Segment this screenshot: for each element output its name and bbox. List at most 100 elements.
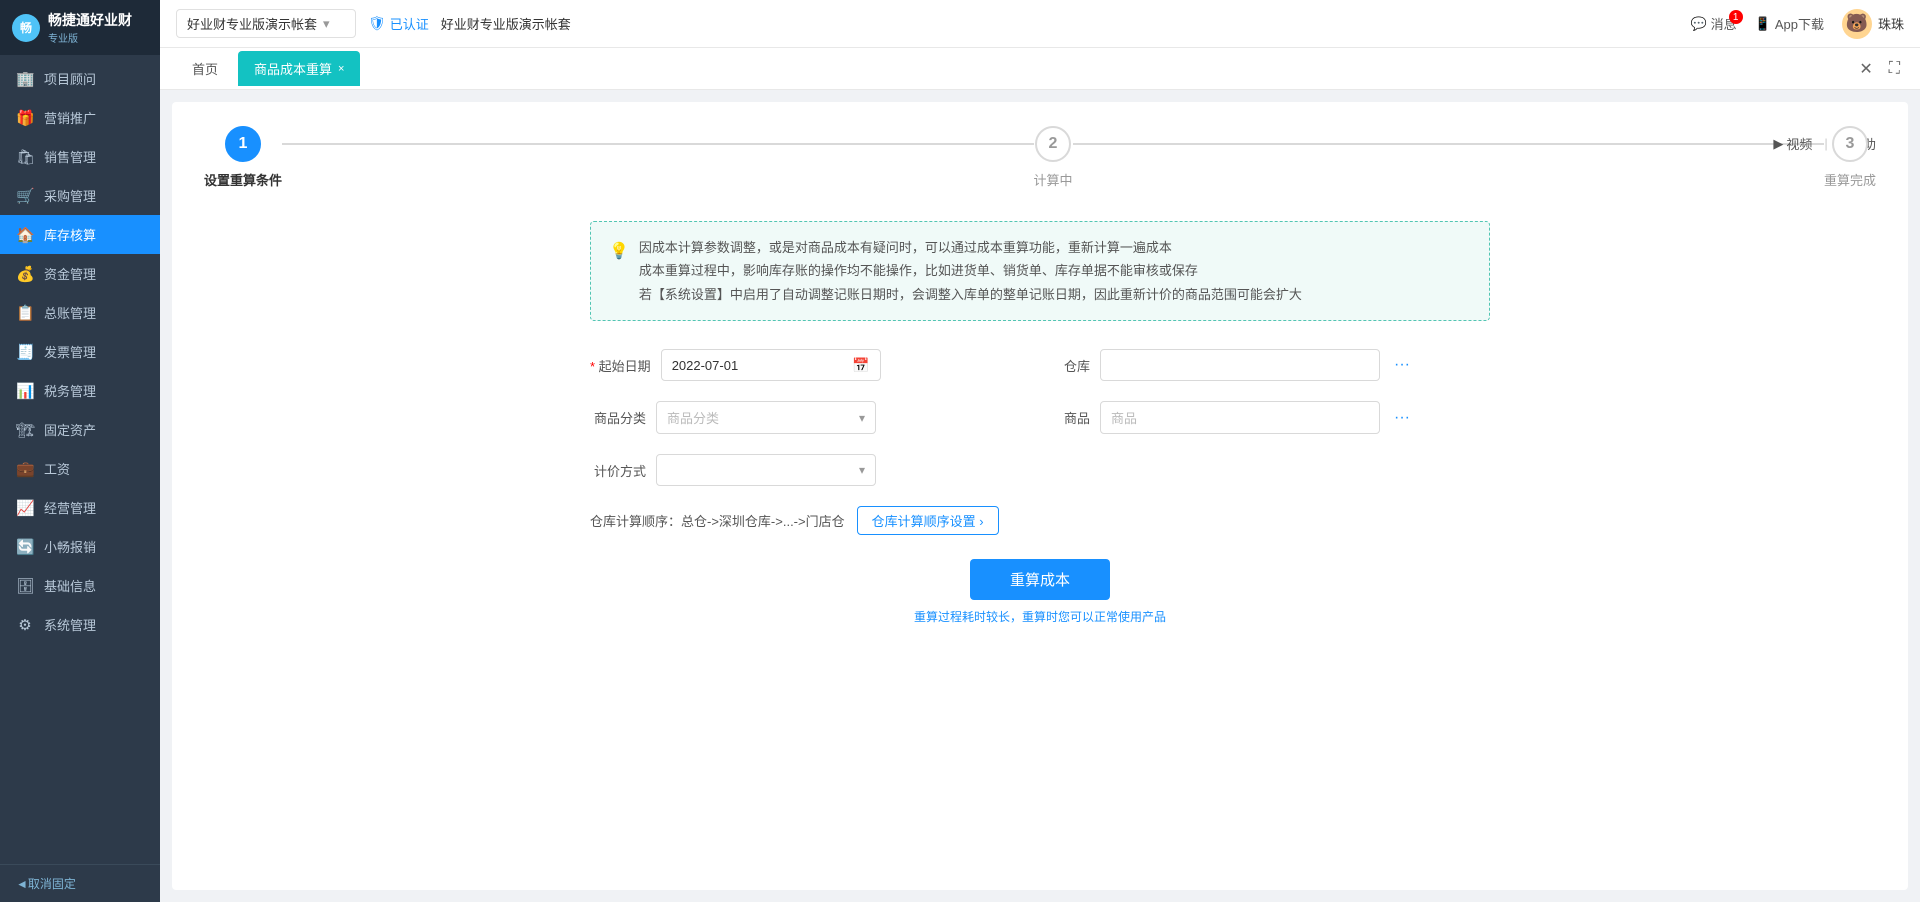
form-row-3: 计价方式 ▾ [590,454,1490,486]
info-line-1: 因成本计算参数调整，或是对商品成本有疑问时，可以通过成本重算功能，重新计算一遍成… [639,236,1302,259]
sidebar-item-system[interactable]: ⚙ 系统管理 [0,605,160,644]
tab-close-icon[interactable]: × [338,63,344,75]
info-box: 💡 因成本计算参数调整，或是对商品成本有疑问时，可以通过成本重算功能，重新计算一… [590,221,1490,321]
sidebar: 畅 畅捷通好业财 专业版 🏢 项目顾问🎁 营销推广🛍 销售管理🛒 采购管理🏠 库… [0,0,160,902]
system-icon: ⚙ [16,616,34,634]
account-select-text: 好业财专业版演示帐套 [187,14,317,33]
warehouse-order-row: 仓库计算顺序：总仓->深圳仓库->...->门店仓 仓库计算顺序设置 › [590,506,1490,535]
sidebar-item-salary[interactable]: 💼 工资 [0,449,160,488]
goods-input[interactable]: 商品 [1100,401,1380,434]
start-date-label: 起始日期 [590,356,651,375]
warehouse-more-btn[interactable]: ··· [1390,354,1414,376]
recalc-btn[interactable]: 重算成本 [970,559,1110,600]
message-btn[interactable]: 💬 消息 1 [1690,14,1736,33]
operations-icon: 📈 [16,499,34,517]
start-date-input[interactable]: 2022-07-01 📅 [661,349,881,381]
window-close-btn[interactable]: ✕ [1855,55,1876,83]
warehouse-field: 仓库 ··· [1050,349,1490,381]
form-row-2: 商品分类 商品分类 ▾ 商品 商品 ··· [590,401,1490,434]
finance-icon: 💰 [16,265,34,283]
marketing-icon: 🎁 [16,109,34,127]
sidebar-item-accounting[interactable]: 📋 总账管理 [0,293,160,332]
message-icon: 💬 [1690,16,1706,32]
step-2: 2 计算中 [1034,126,1073,189]
sidebar-item-sales[interactable]: 🛍 销售管理 [0,137,160,176]
sidebar-item-invoice[interactable]: 🧾 发票管理 [0,332,160,371]
step-line-1 [282,143,1033,145]
calendar-icon: 📅 [852,357,869,374]
account-select[interactable]: 好业财专业版演示帐套 ▾ [176,9,356,38]
info-line-3: 若【系统设置】中启用了自动调整记账日期时，会调整入库单的整单记账日期，因此重新计… [639,283,1302,306]
recalc-btn-area: 重算成本 重算过程耗时较长，重算时您可以正常使用产品 [590,559,1490,625]
avatar: 🐻 [1842,9,1872,39]
fixed_assets-icon: 🏗 [16,421,34,439]
form-row-1: 起始日期 2022-07-01 📅 仓库 ··· [590,349,1490,381]
content-area: 1 设置重算条件 2 计算中 3 重算完成 ▶ 视频 | ? [172,102,1908,890]
sales-icon: 🛍 [16,148,34,166]
window-expand-btn[interactable]: ⛶ [1885,56,1904,82]
goods-field: 商品 商品 ··· [1050,401,1490,434]
sidebar-item-finance[interactable]: 💰 资金管理 [0,254,160,293]
warehouse-input[interactable] [1100,349,1380,381]
tab-recalc[interactable]: 商品成本重算 × [238,51,360,86]
step-3-circle: 3 [1832,126,1868,162]
step-3-label: 重算完成 [1824,170,1876,189]
warehouse-order-label: 仓库计算顺序：总仓->深圳仓库->...->门店仓 [590,511,845,530]
category-field: 商品分类 商品分类 ▾ [590,401,1030,434]
sidebar-unpin-btn[interactable]: ◄取消固定 [0,864,160,902]
sidebar-item-marketing-label: 营销推广 [44,108,96,127]
invoice-icon: 🧾 [16,343,34,361]
sidebar-item-salary-label: 工资 [44,459,70,478]
category-placeholder: 商品分类 [667,408,719,427]
step-3: 3 重算完成 [1824,126,1876,189]
start-date-value: 2022-07-01 [672,358,739,373]
notification-badge: 1 [1729,10,1743,24]
warehouse-label: 仓库 [1050,356,1090,375]
phone-icon: 📱 [1755,16,1771,32]
step-1: 1 设置重算条件 [204,126,282,189]
info-icon: 💡 [609,238,629,306]
goods-more-btn[interactable]: ··· [1390,407,1414,429]
sidebar-item-purchase[interactable]: 🛒 采购管理 [0,176,160,215]
goods-placeholder: 商品 [1111,408,1137,427]
sidebar-item-basic_info[interactable]: 🗄 基础信息 [0,566,160,605]
sidebar-item-inventory[interactable]: 🏠 库存核算 [0,215,160,254]
project-icon: 🏢 [16,70,34,88]
sidebar-item-operations[interactable]: 📈 经营管理 [0,488,160,527]
app-download-btn[interactable]: 📱 App下载 [1755,14,1824,33]
pricing-field: 计价方式 ▾ [590,454,1030,486]
sidebar-item-fixed_assets-label: 固定资产 [44,420,96,439]
sidebar-item-marketing[interactable]: 🎁 营销推广 [0,98,160,137]
sidebar-item-finance-label: 资金管理 [44,264,96,283]
recalc-hint: 重算过程耗时较长，重算时您可以正常使用产品 [590,608,1490,625]
category-input[interactable]: 商品分类 ▾ [656,401,876,434]
step-line-2 [1073,143,1824,145]
tab-home[interactable]: 首页 [176,51,234,86]
user-btn[interactable]: 🐻 珠珠 [1842,9,1904,39]
sidebar-menu: 🏢 项目顾问🎁 营销推广🛍 销售管理🛒 采购管理🏠 库存核算💰 资金管理📋 总账… [0,55,160,864]
form-section: 起始日期 2022-07-01 📅 仓库 ··· 商品分类 [590,349,1490,625]
category-label: 商品分类 [590,408,646,427]
pricing-input[interactable]: ▾ [656,454,876,486]
warehouse-order-settings-btn[interactable]: 仓库计算顺序设置 › [857,506,999,535]
goods-label: 商品 [1050,408,1090,427]
sidebar-item-project[interactable]: 🏢 项目顾问 [0,59,160,98]
accounting-icon: 📋 [16,304,34,322]
username: 珠珠 [1878,14,1904,33]
sidebar-item-expense[interactable]: 🔄 小畅报销 [0,527,160,566]
purchase-icon: 🛒 [16,187,34,205]
tabbar: 首页 商品成本重算 × ✕ ⛶ [160,48,1920,90]
sidebar-item-expense-label: 小畅报销 [44,537,96,556]
sidebar-logo-icon: 畅 [12,14,40,42]
sidebar-item-sales-label: 销售管理 [44,147,96,166]
sidebar-item-tax-label: 税务管理 [44,381,96,400]
sidebar-title: 畅捷通好业财 专业版 [48,10,132,45]
verified-badge: 🛡 已认证 [368,14,429,33]
pricing-label: 计价方式 [590,461,646,480]
sidebar-item-tax[interactable]: 📊 税务管理 [0,371,160,410]
step-1-label: 设置重算条件 [204,170,282,189]
tabbar-right: ✕ ⛶ [1855,55,1904,83]
chevron-down-icon: ▾ [323,16,330,32]
sidebar-item-fixed_assets[interactable]: 🏗 固定资产 [0,410,160,449]
video-btn[interactable]: ▶ 视频 [1773,134,1812,153]
